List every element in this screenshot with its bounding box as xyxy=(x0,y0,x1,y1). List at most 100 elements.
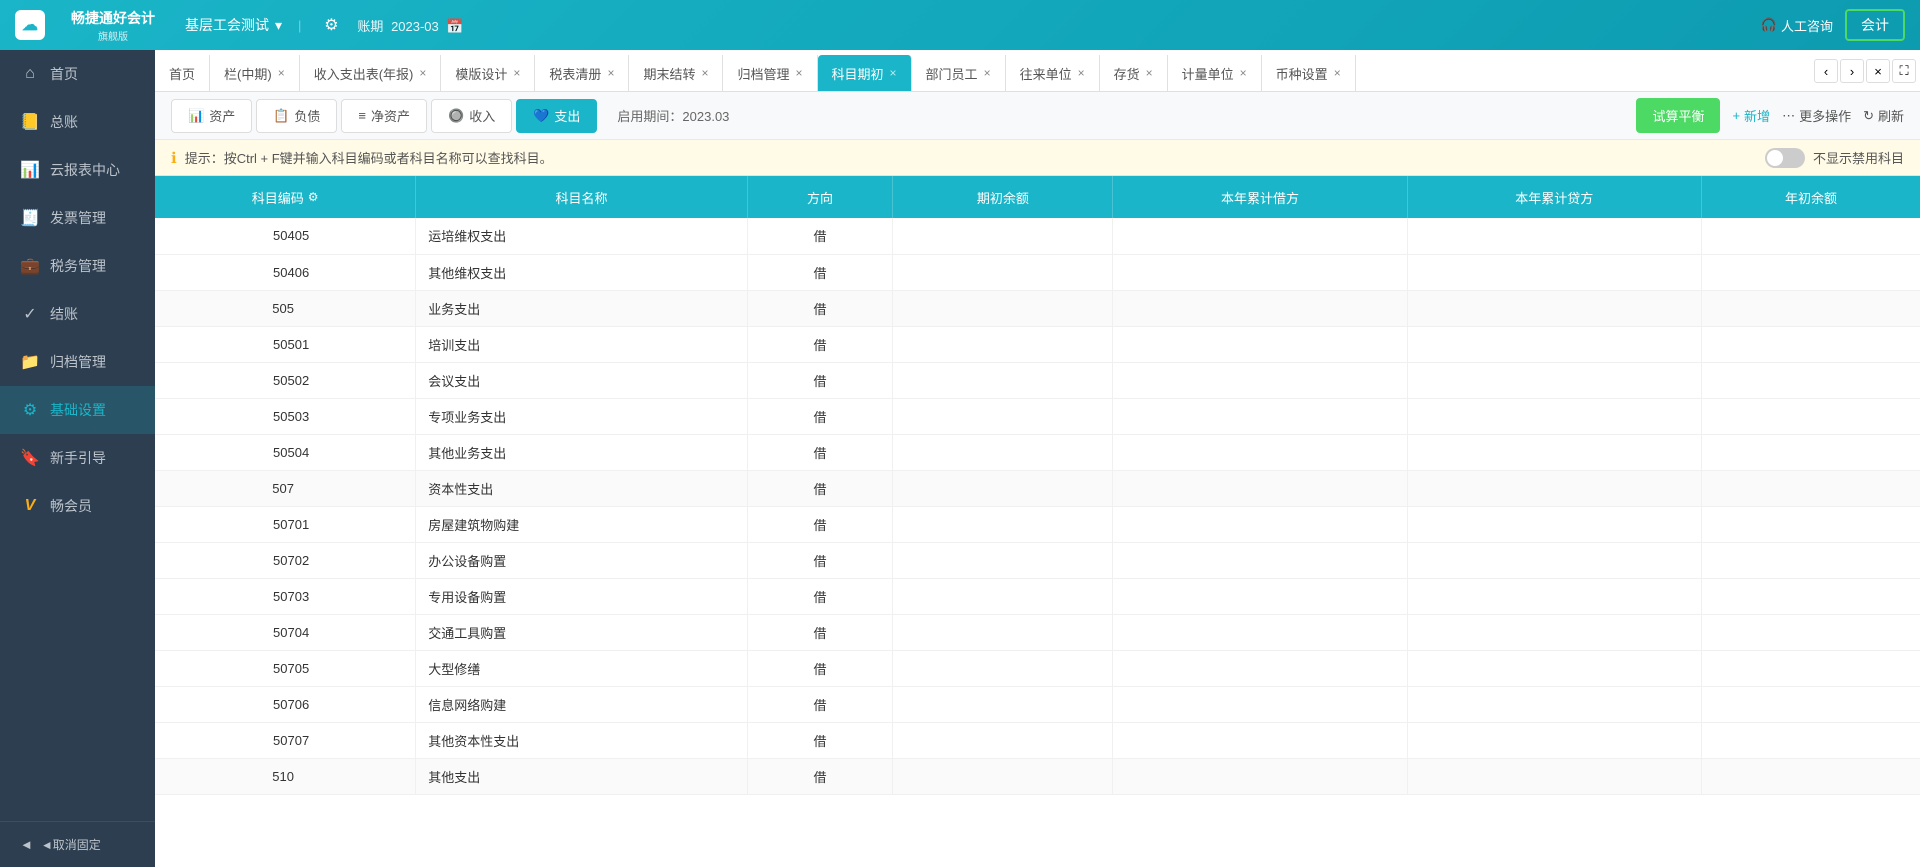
sidebar-collapse-button[interactable]: ◄ ◄取消固定 xyxy=(0,821,155,867)
table-row[interactable]: 50406 其他维权支出 借 xyxy=(155,254,1920,290)
cell-ytd-credit xyxy=(1407,578,1701,614)
tab-close-balance[interactable]: × xyxy=(278,66,285,80)
tab-unit[interactable]: 计量单位 × xyxy=(1168,55,1262,91)
sidebar-item-ledger[interactable]: 📒 总账 xyxy=(0,98,155,146)
tab-dept[interactable]: 部门员工 × xyxy=(912,55,1006,91)
project-selector[interactable]: 基层工会测试 ▾ xyxy=(185,15,282,35)
calc-balance-button[interactable]: 试算平衡 xyxy=(1636,98,1720,133)
archive-icon: 📁 xyxy=(20,352,40,372)
tab-next-button[interactable]: › xyxy=(1840,59,1864,83)
cell-code: 50704 xyxy=(155,614,416,650)
tab-close-subject[interactable]: × xyxy=(890,66,897,80)
cell-name: 培训支出 xyxy=(416,326,747,362)
cell-ytd-balance xyxy=(1701,614,1920,650)
sub-tab-expense[interactable]: 💙 支出 xyxy=(516,99,597,133)
refresh-button[interactable]: ↻ 刷新 xyxy=(1863,106,1904,125)
table-row[interactable]: 50701 房屋建筑物购建 借 xyxy=(155,506,1920,542)
sidebar-item-invoice[interactable]: 🧾 发票管理 xyxy=(0,194,155,242)
cell-ytd-balance xyxy=(1701,722,1920,758)
tab-close-income[interactable]: × xyxy=(419,66,426,80)
cell-opening xyxy=(893,470,1113,506)
settings-icon[interactable]: ⚙ xyxy=(317,11,345,39)
table-row[interactable]: 50502 会议支出 借 xyxy=(155,362,1920,398)
tab-close-dept[interactable]: × xyxy=(984,66,991,80)
gear-icon[interactable]: ⚙ xyxy=(308,190,319,204)
logo-wrapper: ☁ 畅捷通好会计 旗舰版 xyxy=(15,8,173,43)
member-icon: V xyxy=(20,497,40,515)
sidebar-item-settings[interactable]: ⚙ 基础设置 xyxy=(0,386,155,434)
table-row[interactable]: 50503 专项业务支出 借 xyxy=(155,398,1920,434)
sub-tab-income[interactable]: 🔘 收入 xyxy=(431,99,512,133)
settings-sidebar-icon: ⚙ xyxy=(20,400,40,420)
account-button[interactable]: 会计 xyxy=(1845,9,1905,41)
sub-tab-asset[interactable]: 📊 资产 xyxy=(171,99,252,133)
tab-close-currency[interactable]: × xyxy=(1334,66,1341,80)
tab-balance-mid[interactable]: 栏(中期) × xyxy=(210,55,300,91)
tab-archive[interactable]: 归档管理 × xyxy=(723,55,817,91)
sidebar-item-reports[interactable]: 📊 云报表中心 xyxy=(0,146,155,194)
tab-tax[interactable]: 税表清册 × xyxy=(535,55,629,91)
table-row[interactable]: 510 其他支出 借 xyxy=(155,758,1920,794)
sidebar-item-settle[interactable]: ✓ 结账 xyxy=(0,290,155,338)
cell-code: 505 xyxy=(155,290,416,326)
sidebar-item-archive[interactable]: 📁 归档管理 xyxy=(0,338,155,386)
table-row[interactable]: 50703 专用设备购置 借 xyxy=(155,578,1920,614)
tab-inventory[interactable]: 存货 × xyxy=(1100,55,1168,91)
add-button[interactable]: + 新增 xyxy=(1732,106,1770,125)
tab-period-end[interactable]: 期末结转 × xyxy=(629,55,723,91)
table-row[interactable]: 505 业务支出 借 xyxy=(155,290,1920,326)
tab-close-all-button[interactable]: × xyxy=(1866,59,1890,83)
sub-tab-net-asset[interactable]: ≡ 净资产 xyxy=(341,99,427,133)
tab-partner[interactable]: 往来单位 × xyxy=(1006,55,1100,91)
cell-code: 50501 xyxy=(155,326,416,362)
toggle-disabled-subjects[interactable]: 不显示禁用科目 xyxy=(1765,148,1904,168)
sidebar-item-guide[interactable]: 🔖 新手引导 xyxy=(0,434,155,482)
table-row[interactable]: 50405 运培维权支出 借 xyxy=(155,218,1920,254)
table-row[interactable]: 50705 大型修缮 借 xyxy=(155,650,1920,686)
calendar-icon[interactable]: 📅 xyxy=(446,18,463,34)
cell-code: 50503 xyxy=(155,398,416,434)
help-button[interactable]: 🎧 人工咨询 xyxy=(1761,16,1833,35)
tab-close-template[interactable]: × xyxy=(513,66,520,80)
notice-text: 提示：按Ctrl + F键并输入科目编码或者科目名称可以查找科目。 xyxy=(185,148,553,167)
switch-toggle[interactable] xyxy=(1765,148,1805,168)
tab-close-archive[interactable]: × xyxy=(796,66,803,80)
sidebar-item-home[interactable]: ⌂ 首页 xyxy=(0,50,155,98)
tab-template[interactable]: 模版设计 × xyxy=(441,55,535,91)
tab-expand-button[interactable]: ⛶ xyxy=(1892,59,1916,83)
sub-tab-liability[interactable]: 📋 负债 xyxy=(256,99,337,133)
table-row[interactable]: 50501 培训支出 借 xyxy=(155,326,1920,362)
tab-home[interactable]: 首页 xyxy=(155,55,210,91)
table-row[interactable]: 50704 交通工具购置 借 xyxy=(155,614,1920,650)
table-row[interactable]: 50504 其他业务支出 借 xyxy=(155,434,1920,470)
table-row[interactable]: 50706 信息网络购建 借 xyxy=(155,686,1920,722)
col-ytd-credit: 本年累计贷方 xyxy=(1407,176,1701,218)
cell-direction: 借 xyxy=(747,434,893,470)
guide-icon: 🔖 xyxy=(20,448,40,468)
more-ops-button[interactable]: ⋯ 更多操作 xyxy=(1782,106,1851,125)
cell-opening xyxy=(893,362,1113,398)
tab-subject-init[interactable]: 科目期初 × xyxy=(818,55,912,91)
tab-close-tax[interactable]: × xyxy=(607,66,614,80)
sidebar-label-tax: 税务管理 xyxy=(50,256,106,276)
tab-close-period[interactable]: × xyxy=(701,66,708,80)
sidebar-label-guide: 新手引导 xyxy=(50,448,106,468)
tab-income-year[interactable]: 收入支出表(年报) × xyxy=(300,55,442,91)
tab-close-unit[interactable]: × xyxy=(1240,66,1247,80)
table-row[interactable]: 50702 办公设备购置 借 xyxy=(155,542,1920,578)
sidebar-item-member[interactable]: V 畅会员 xyxy=(0,482,155,530)
sidebar-item-tax[interactable]: 💼 税务管理 xyxy=(0,242,155,290)
tab-bar: 首页 栏(中期) × 收入支出表(年报) × 模版设计 × 税表清册 × 期末结… xyxy=(155,50,1920,92)
table-row[interactable]: 50707 其他资本性支出 借 xyxy=(155,722,1920,758)
tab-label-period: 期末结转 xyxy=(643,64,695,83)
home-icon: ⌂ xyxy=(20,65,40,83)
tab-prev-button[interactable]: ‹ xyxy=(1814,59,1838,83)
table-row[interactable]: 507 资本性支出 借 xyxy=(155,470,1920,506)
cell-direction: 借 xyxy=(747,470,893,506)
cell-ytd-credit xyxy=(1407,614,1701,650)
cell-ytd-debit xyxy=(1113,506,1407,542)
tab-close-partner[interactable]: × xyxy=(1078,66,1085,80)
tab-currency[interactable]: 币种设置 × xyxy=(1262,55,1356,91)
cell-ytd-credit xyxy=(1407,254,1701,290)
tab-close-inventory[interactable]: × xyxy=(1146,66,1153,80)
